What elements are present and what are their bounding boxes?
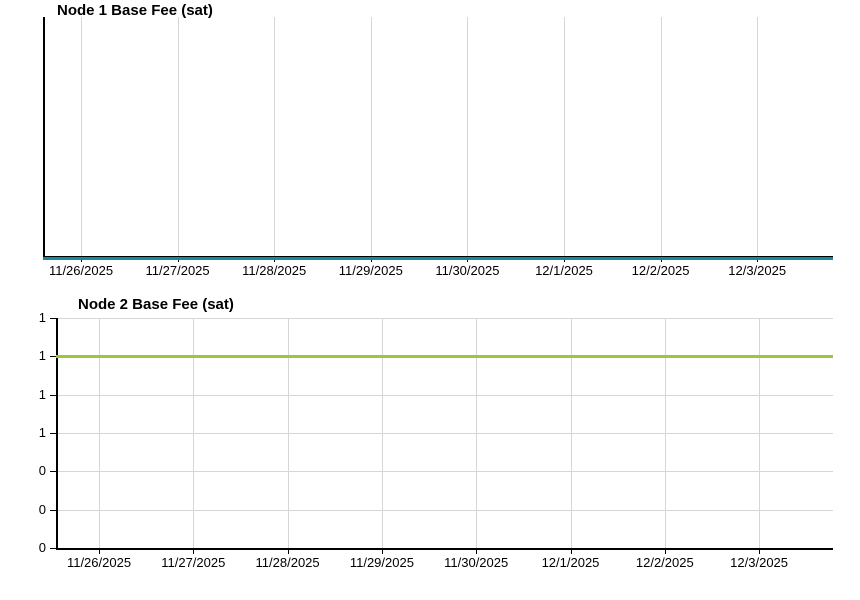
y-tick-label: 0	[39, 503, 46, 517]
y-tick-label: 1	[39, 388, 46, 402]
x-tick-label: 12/2/2025	[636, 556, 694, 570]
x-tick-label: 11/30/2025	[444, 556, 508, 570]
y-tick-label: 1	[39, 426, 46, 440]
y-tick-label: 1	[39, 349, 46, 363]
x-tick-label: 12/1/2025	[542, 556, 600, 570]
y-tick-label: 0	[39, 464, 46, 478]
x-tick-label: 11/27/2025	[161, 556, 225, 570]
charts-canvas: Node 1 Base Fee (sat) 11/26/202511/27/20…	[0, 0, 860, 600]
y-gridline	[56, 395, 833, 396]
y-axis	[56, 318, 58, 549]
x-tick-label: 12/3/2025	[730, 556, 788, 570]
y-gridline	[56, 318, 833, 319]
y-gridline	[56, 471, 833, 472]
y-tick-label: 1	[39, 311, 46, 325]
x-tick-label: 11/28/2025	[256, 556, 320, 570]
x-axis	[56, 548, 833, 550]
y-gridline	[56, 433, 833, 434]
y-gridline	[56, 510, 833, 511]
y-tick-label: 0	[39, 541, 46, 555]
series-line	[56, 355, 833, 358]
x-tick-label: 11/29/2025	[350, 556, 414, 570]
x-tick-label: 11/26/2025	[67, 556, 131, 570]
chart-node2-base-fee: Node 2 Base Fee (sat) 11/26/202511/27/20…	[0, 0, 860, 600]
chart2-plot-area: 11/26/2025 11/27/2025 11/28/2025 11/29/2025…	[0, 0, 860, 600]
